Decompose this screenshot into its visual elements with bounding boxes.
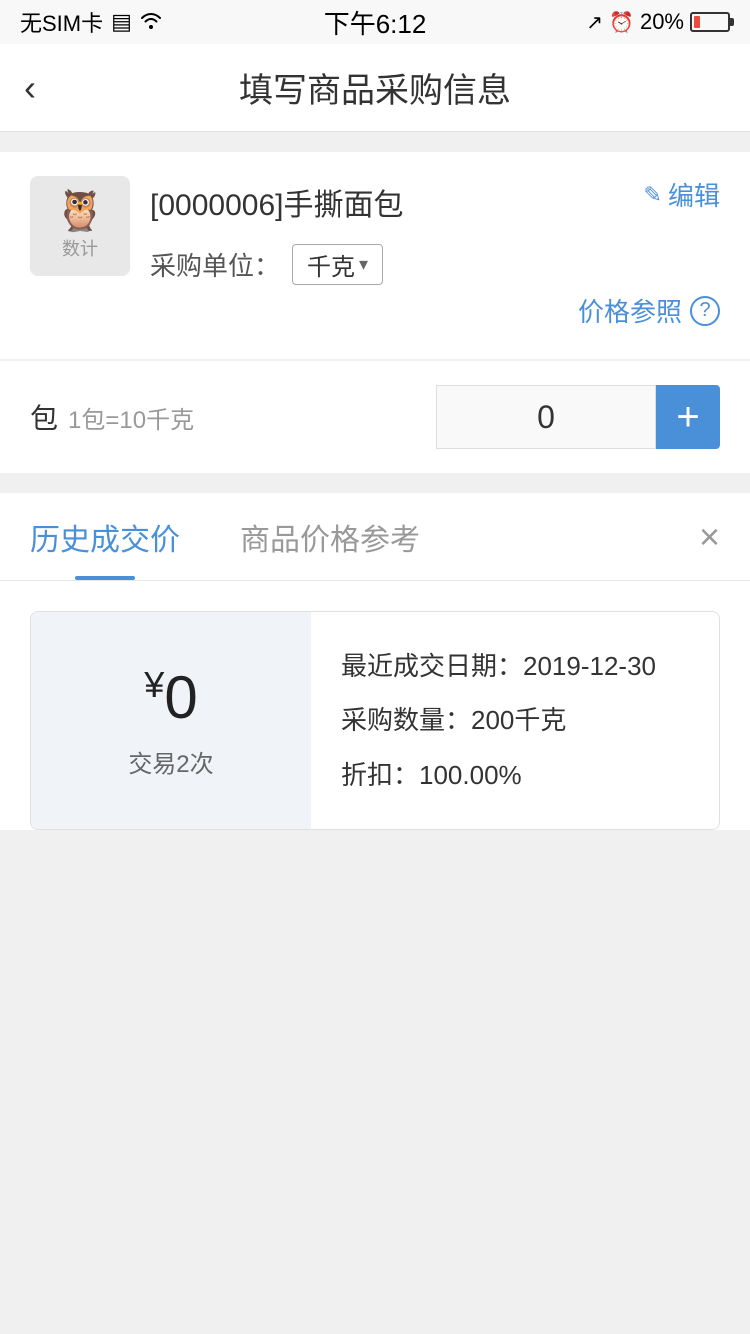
status-left: 无SIM卡 ▤: [20, 6, 162, 38]
price-reference-button[interactable]: 价格参照 ?: [578, 292, 720, 329]
product-thumbnail: 🦉 数计: [30, 176, 130, 276]
product-info: [0000006]手撕面包 采购单位： 千克 ▾: [150, 176, 403, 285]
tab-history-label: 历史成交价: [30, 515, 180, 559]
discount-row: 折扣：100.00%: [341, 757, 689, 793]
alarm-icon: ⏰: [609, 10, 634, 35]
sim-icon: ▤: [111, 9, 132, 35]
battery-fill: [694, 16, 700, 28]
product-header: 🦉 数计 [0000006]手撕面包 采购单位： 千克 ▾: [30, 176, 720, 285]
product-id: [0000006]: [150, 189, 283, 222]
quantity-controls: 0 +: [436, 385, 720, 449]
product-name: [0000006]手撕面包: [150, 180, 403, 224]
tab-items: 历史成交价 商品价格参考: [30, 493, 420, 580]
purchase-qty-value: 200千克: [471, 705, 566, 735]
product-unit-row: 采购单位： 千克 ▾: [150, 244, 403, 285]
price-number: 0: [164, 664, 197, 731]
recent-date-label: 最近成交日期：: [341, 651, 523, 681]
status-bar: 无SIM卡 ▤ 下午6:12 ↗ ⏰ 20%: [0, 0, 750, 44]
discount-value: 100.00%: [419, 760, 522, 790]
edit-icon: ✎: [644, 182, 662, 208]
quantity-input[interactable]: 0: [436, 385, 656, 449]
transaction-price-panel: ¥0 交易2次: [31, 612, 311, 829]
purchase-qty-label: 采购数量：: [341, 705, 471, 735]
purchase-qty-row: 采购数量：200千克: [341, 702, 689, 738]
back-button[interactable]: ‹: [24, 67, 36, 109]
transaction-detail-panel: 最近成交日期：2019-12-30 采购数量：200千克 折扣：100.00%: [311, 612, 719, 829]
quantity-value: 0: [537, 399, 555, 436]
price-ref-label: 价格参照: [578, 292, 682, 329]
edit-button[interactable]: ✎ 编辑: [644, 176, 720, 213]
quantity-section: 包 1包=10千克 0 +: [0, 361, 750, 473]
tab-price-reference[interactable]: 商品价格参考: [240, 493, 420, 580]
battery-percent: 20%: [640, 9, 684, 35]
tab-price-ref-label: 商品价格参考: [240, 515, 420, 559]
battery-icon: [690, 12, 730, 32]
unit-selector[interactable]: 千克 ▾: [292, 244, 383, 285]
tab-close-button[interactable]: ×: [699, 516, 720, 558]
carrier-text: 无SIM卡: [20, 6, 103, 38]
product-left: 🦉 数计 [0000006]手撕面包 采购单位： 千克 ▾: [30, 176, 403, 285]
unit-dropdown-icon: ▾: [359, 254, 368, 275]
unit-label-text: 采购单位：: [150, 246, 280, 283]
transaction-price-value: ¥0: [144, 663, 197, 732]
recent-date-row: 最近成交日期：2019-12-30: [341, 648, 689, 684]
gps-icon: ↗: [586, 10, 603, 35]
product-title: 手撕面包: [283, 189, 403, 222]
status-right: ↗ ⏰ 20%: [586, 9, 730, 35]
product-card: 🦉 数计 [0000006]手撕面包 采购单位： 千克 ▾: [0, 152, 750, 359]
tab-container: 历史成交价 商品价格参考 × ¥0 交易2次 最近成交日期：2019-12-30: [0, 493, 750, 830]
bag-unit-icon: 包: [30, 397, 58, 437]
wifi-icon: [140, 9, 162, 35]
page-content: 🦉 数计 [0000006]手撕面包 采购单位： 千克 ▾: [0, 152, 750, 952]
quantity-label: 包 1包=10千克: [30, 397, 194, 437]
nav-bar: ‹ 填写商品采购信息: [0, 44, 750, 132]
transaction-card: ¥0 交易2次 最近成交日期：2019-12-30 采购数量：200千克 折扣：…: [30, 611, 720, 830]
tab-header: 历史成交价 商品价格参考 ×: [0, 493, 750, 581]
quantity-plus-button[interactable]: +: [656, 385, 720, 449]
bag-conversion-info: 1包=10千克: [68, 400, 194, 435]
recent-date-value: 2019-12-30: [523, 651, 656, 681]
discount-label: 折扣：: [341, 760, 419, 790]
page-title: 填写商品采购信息: [239, 63, 511, 112]
status-time: 下午6:12: [324, 4, 427, 41]
currency-symbol: ¥: [144, 664, 164, 705]
tab-history-price[interactable]: 历史成交价: [30, 493, 180, 580]
edit-label: 编辑: [668, 176, 720, 213]
product-thumbnail-label: 数计: [62, 235, 98, 261]
price-ref-help-icon: ?: [690, 296, 720, 326]
transaction-count: 交易2次: [128, 744, 213, 779]
unit-value: 千克: [307, 247, 355, 282]
product-owl-icon: 🦉: [55, 191, 105, 231]
